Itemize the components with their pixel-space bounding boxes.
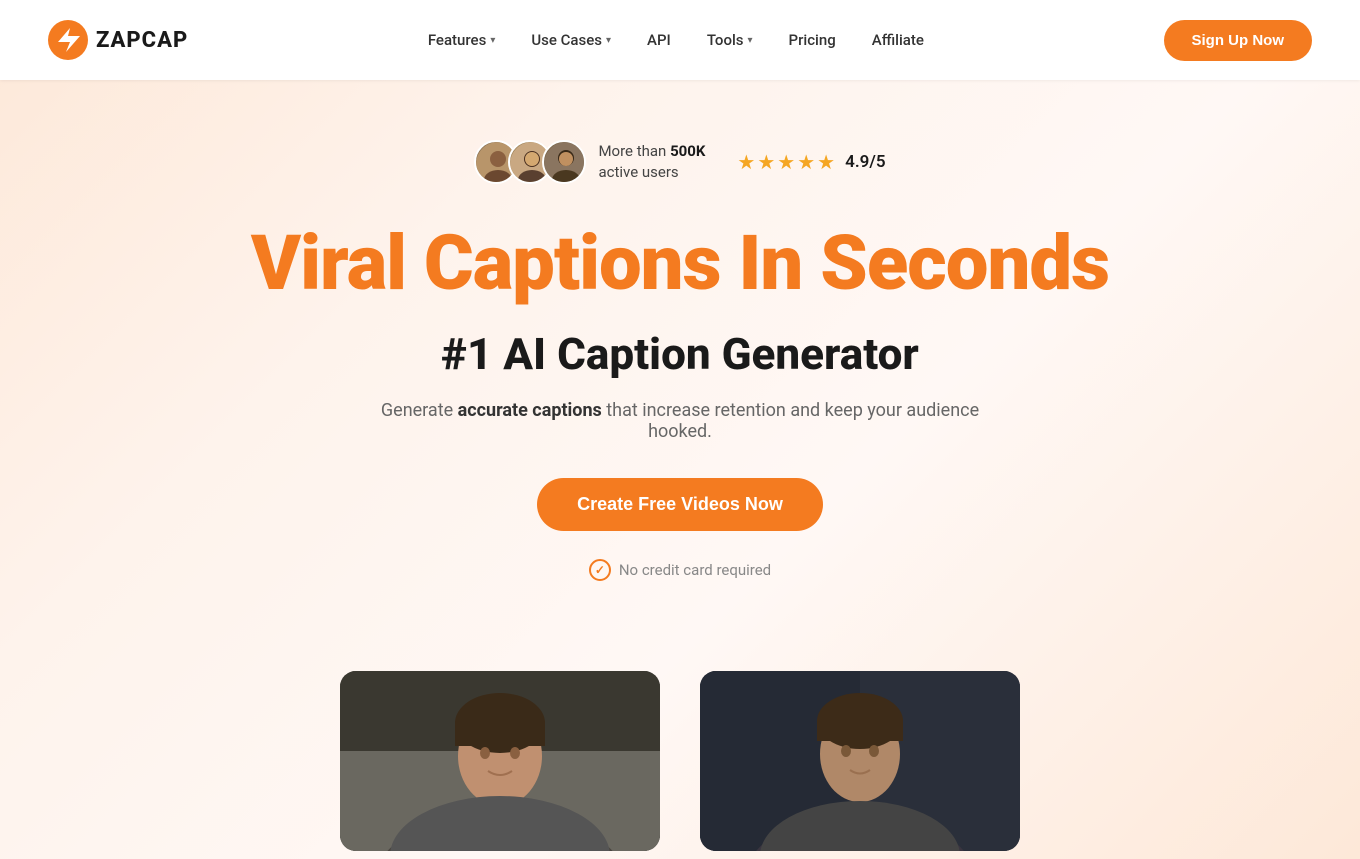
star-2: ★ <box>757 150 775 174</box>
video-placeholder-right <box>700 671 1020 851</box>
hero-title: Viral Captions In Seconds <box>20 224 1340 304</box>
avatar <box>542 140 586 184</box>
zapcap-logo-icon <box>48 20 88 60</box>
nav-item-api[interactable]: API <box>631 23 687 57</box>
star-3: ★ <box>777 150 795 174</box>
nav-item-tools[interactable]: Tools ▾ <box>691 23 769 57</box>
nav-item-features[interactable]: Features ▾ <box>412 23 512 57</box>
nav-item-use-cases[interactable]: Use Cases ▾ <box>515 23 627 57</box>
check-icon: ✓ <box>589 559 611 581</box>
user-count-text: More than 500K active users <box>598 141 705 183</box>
video-placeholder-left <box>340 671 660 851</box>
star-4: ★ <box>797 150 815 174</box>
video-card-left[interactable] <box>340 671 660 851</box>
nav-links: Features ▾ Use Cases ▾ API Tools ▾ Prici… <box>412 23 940 57</box>
logo-text: ZAPCAP <box>96 28 188 53</box>
hero-section: More than 500K active users ★ ★ ★ ★ ★ 4.… <box>0 80 1360 671</box>
social-proof: More than 500K active users ★ ★ ★ ★ ★ 4.… <box>20 140 1340 184</box>
chevron-down-icon: ▾ <box>490 35 495 46</box>
star-rating: ★ ★ ★ ★ ★ <box>737 150 835 174</box>
nav-item-affiliate[interactable]: Affiliate <box>856 23 940 57</box>
create-videos-button[interactable]: Create Free Videos Now <box>537 478 823 531</box>
logo-link[interactable]: ZAPCAP <box>48 20 188 60</box>
rating-score: 4.9/5 <box>845 152 885 172</box>
navbar: ZAPCAP Features ▾ Use Cases ▾ API Tools … <box>0 0 1360 80</box>
rating-section: ★ ★ ★ ★ ★ 4.9/5 <box>737 150 885 174</box>
video-card-right[interactable] <box>700 671 1020 851</box>
user-avatars <box>474 140 586 184</box>
signup-button[interactable]: Sign Up Now <box>1164 20 1313 61</box>
chevron-down-icon: ▾ <box>606 35 611 46</box>
hero-description: Generate accurate captions that increase… <box>380 400 980 442</box>
video-preview-section <box>0 671 1360 851</box>
no-cc-notice: ✓ No credit card required <box>20 559 1340 581</box>
star-1: ★ <box>737 150 755 174</box>
hero-subtitle: #1 AI Caption Generator <box>20 328 1340 380</box>
star-5: ★ <box>817 150 835 174</box>
chevron-down-icon: ▾ <box>748 35 753 46</box>
nav-item-pricing[interactable]: Pricing <box>773 23 852 57</box>
